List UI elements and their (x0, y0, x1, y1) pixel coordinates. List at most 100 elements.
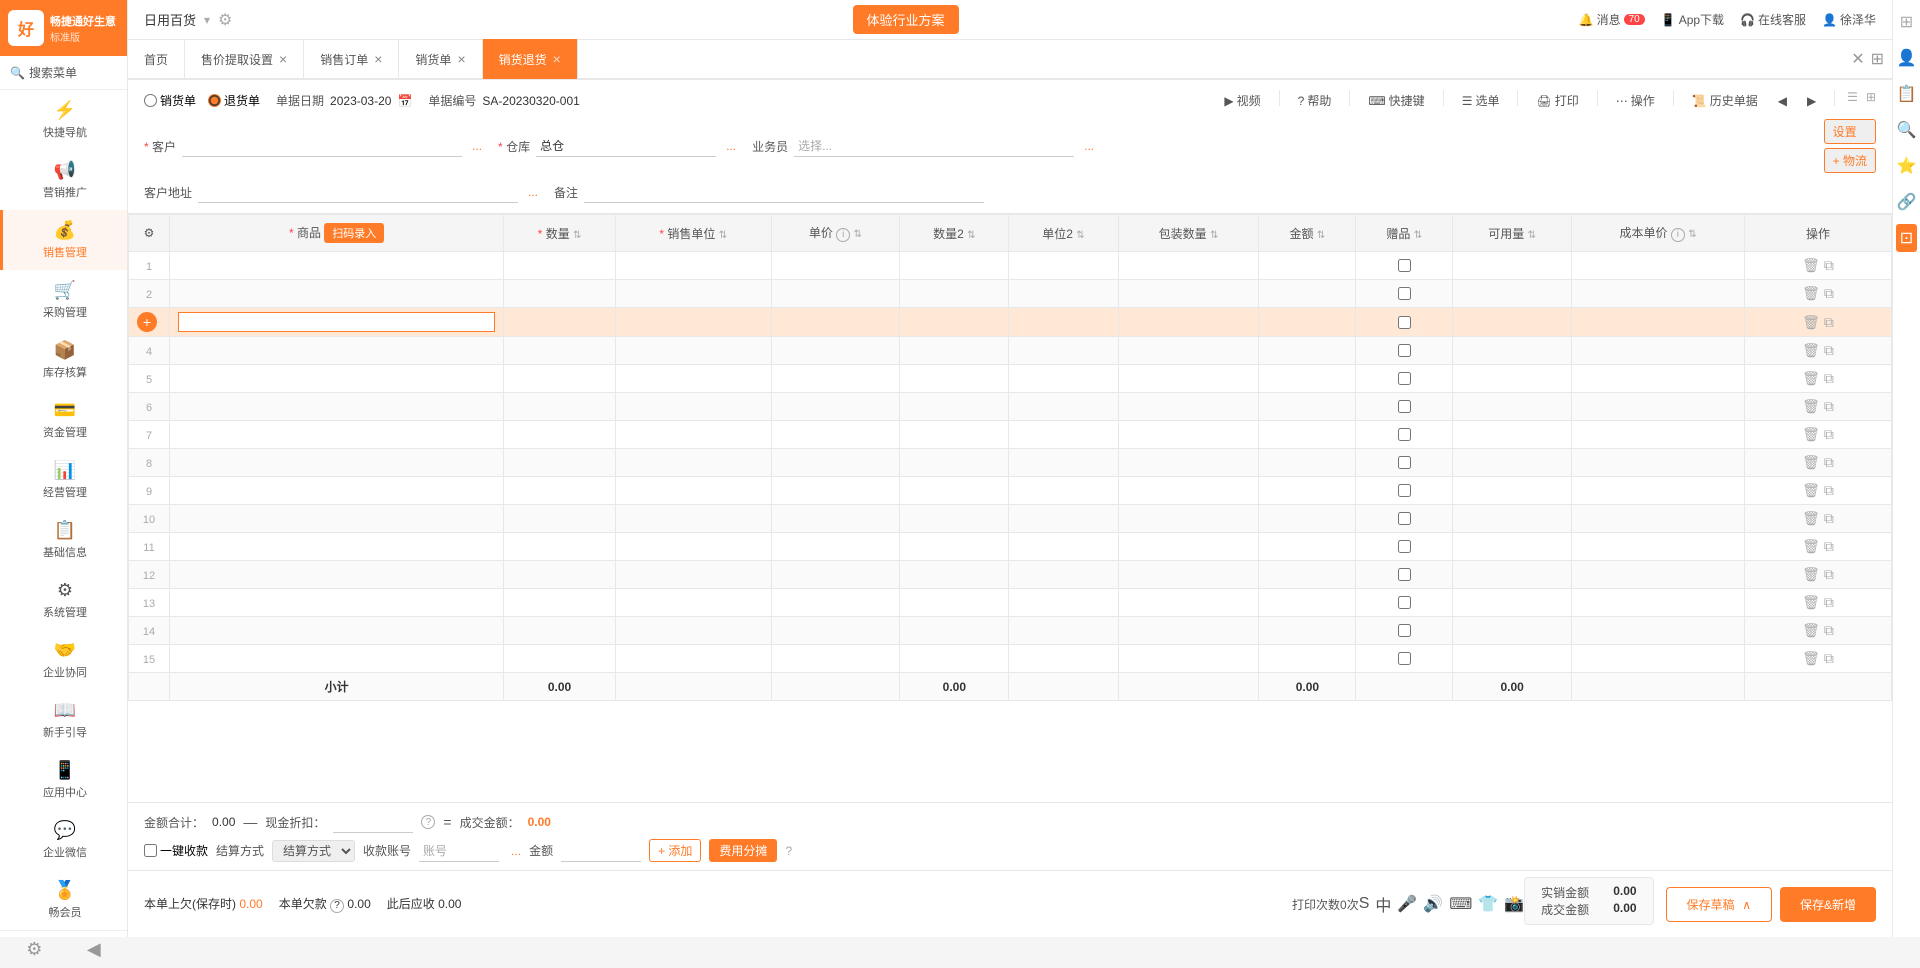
gift-checkbox[interactable] (1398, 456, 1411, 469)
gift-checkbox[interactable] (1398, 316, 1411, 329)
delete-row-icon[interactable]: 🗑 (1802, 510, 1820, 527)
tool-icon-5[interactable]: ⌨ (1449, 894, 1472, 914)
gift-checkbox[interactable] (1398, 428, 1411, 441)
quantity-cell[interactable] (504, 252, 616, 280)
settings-btn[interactable]: 设置 (1824, 119, 1876, 144)
copy-row-icon[interactable]: ⧉ (1824, 370, 1834, 387)
discount-info-icon[interactable]: ? (421, 815, 435, 829)
radio-return-bill-input[interactable] (208, 94, 221, 107)
unit-price-cell[interactable] (771, 252, 900, 280)
history-btn[interactable]: 📜 历史单据 (1686, 90, 1764, 111)
pack-qty-cell[interactable] (1118, 280, 1259, 308)
cost-price-cell[interactable] (1572, 252, 1745, 280)
copy-row-icon[interactable]: ⧉ (1824, 314, 1834, 331)
address-input[interactable] (198, 181, 518, 203)
fee-split-btn[interactable]: 费用分摊 (709, 839, 777, 862)
unit-price-info-icon[interactable]: i (836, 228, 850, 242)
gift-checkbox[interactable] (1398, 624, 1411, 637)
copy-row-icon[interactable]: ⧉ (1824, 285, 1834, 302)
prev-bill-btn[interactable]: ◀ (1772, 90, 1793, 111)
app-download-btn[interactable]: 📱 App下载 (1661, 11, 1724, 28)
view-list-icon[interactable]: ☰ (1847, 90, 1858, 111)
copy-row-icon[interactable]: ⧉ (1824, 594, 1834, 611)
copy-row-icon[interactable]: ⧉ (1824, 538, 1834, 555)
tool-icon-1[interactable]: S (1359, 895, 1370, 913)
add-payment-btn[interactable]: + 添加 (649, 839, 701, 862)
tab-sales-bill-close[interactable]: × (457, 51, 465, 67)
gift-checkbox[interactable] (1398, 344, 1411, 357)
sales-unit-cell[interactable] (615, 308, 771, 337)
delete-row-icon[interactable]: 🗑 (1802, 257, 1820, 274)
sidebar-settings-icon[interactable]: ⚙ (26, 939, 42, 960)
help-btn[interactable]: ? 帮助 (1292, 90, 1338, 111)
product-cell[interactable] (170, 252, 504, 280)
right-panel-icon-7[interactable]: ⊡ (1896, 224, 1917, 252)
col-available-sort[interactable]: ⇅ (1528, 230, 1536, 241)
sidebar-item-operations[interactable]: 📊 经营管理 (0, 450, 127, 510)
col-amount-sort[interactable]: ⇅ (1317, 230, 1325, 241)
user-profile[interactable]: 👤 徐泽华 (1822, 11, 1876, 28)
sidebar-collapse-icon[interactable]: ◀ (87, 939, 101, 960)
shortcut-btn[interactable]: ⌨ 快捷键 (1362, 90, 1430, 111)
scan-input-btn[interactable]: 扫码录入 (324, 223, 384, 243)
copy-row-icon[interactable]: ⧉ (1824, 426, 1834, 443)
copy-row-icon[interactable]: ⧉ (1824, 482, 1834, 499)
cost-price-cell[interactable] (1572, 308, 1745, 337)
gift-checkbox[interactable] (1398, 568, 1411, 581)
right-panel-icon-2[interactable]: 👤 (1893, 44, 1920, 72)
copy-row-icon[interactable]: ⧉ (1824, 342, 1834, 359)
remark-input[interactable] (584, 181, 984, 203)
col-unit-price-sort[interactable]: ⇅ (854, 229, 862, 240)
calendar-icon[interactable]: 📅 (397, 94, 412, 108)
sidebar-item-inventory[interactable]: 📦 库存核算 (0, 330, 127, 390)
copy-row-icon[interactable]: ⧉ (1824, 257, 1834, 274)
tab-home[interactable]: 首页 (128, 39, 185, 79)
right-panel-icon-6[interactable]: 🔗 (1893, 188, 1920, 216)
radio-return-bill[interactable]: 退货单 (208, 92, 260, 109)
topbar-settings-icon[interactable]: ⚙ (218, 10, 232, 30)
one-click-payment-checkbox[interactable] (144, 844, 157, 857)
sidebar-item-wechat[interactable]: 💬 企业微信 (0, 810, 127, 870)
unit-price-cell[interactable] (771, 280, 900, 308)
quantity-cell[interactable] (504, 308, 616, 337)
delete-row-icon[interactable]: 🗑 (1802, 454, 1820, 471)
col-settings-icon[interactable]: ⚙ (137, 221, 161, 245)
next-bill-btn[interactable]: ▶ (1801, 90, 1822, 111)
delete-row-icon[interactable]: 🗑 (1802, 622, 1820, 639)
gift-checkbox[interactable] (1398, 484, 1411, 497)
gift-checkbox[interactable] (1398, 400, 1411, 413)
available-cell[interactable] (1453, 252, 1572, 280)
delete-row-icon[interactable]: 🗑 (1802, 650, 1820, 667)
unit2-cell[interactable] (1009, 308, 1118, 337)
warehouse-input[interactable]: 总仓 (536, 135, 716, 157)
operate-btn[interactable]: ⋯ 操作 (1610, 90, 1661, 111)
unit-price-cell[interactable] (771, 308, 900, 337)
tool-icon-7[interactable]: 📸 (1504, 894, 1524, 914)
tab-sales-return-close[interactable]: × (553, 51, 561, 67)
col-gift-sort[interactable]: ⇅ (1414, 230, 1422, 241)
product-cell[interactable] (170, 280, 504, 308)
amount-cell[interactable] (1259, 308, 1356, 337)
sidebar-item-marketing[interactable]: 📢 营销推广 (0, 150, 127, 210)
col-quantity-sort[interactable]: ⇅ (573, 230, 581, 241)
tool-icon-6[interactable]: 👕 (1478, 894, 1498, 914)
col-pack-qty-sort[interactable]: ⇅ (1210, 230, 1218, 241)
customer-dots-btn[interactable]: ... (472, 139, 482, 153)
copy-row-icon[interactable]: ⧉ (1824, 622, 1834, 639)
sidebar-item-newbie[interactable]: 📖 新手引导 (0, 690, 127, 750)
warehouse-dots-btn[interactable]: ... (726, 139, 736, 153)
calc-method-select[interactable]: 结算方式 (272, 840, 355, 862)
view-grid-icon[interactable]: ⊞ (1866, 90, 1876, 111)
account-input[interactable]: 账号 (419, 840, 499, 862)
gift-checkbox[interactable] (1398, 372, 1411, 385)
quantity2-cell[interactable] (900, 280, 1009, 308)
amount-input[interactable] (561, 840, 641, 862)
delete-row-icon[interactable]: 🗑 (1802, 342, 1820, 359)
delete-row-icon[interactable]: 🗑 (1802, 314, 1820, 331)
available-cell[interactable] (1453, 308, 1572, 337)
unit2-cell[interactable] (1009, 280, 1118, 308)
col-cost-price-sort[interactable]: ⇅ (1688, 229, 1696, 240)
delete-row-icon[interactable]: 🗑 (1802, 426, 1820, 443)
address-dots-btn[interactable]: ... (528, 185, 538, 199)
tab-sales-order[interactable]: 销售订单 × (304, 39, 399, 79)
